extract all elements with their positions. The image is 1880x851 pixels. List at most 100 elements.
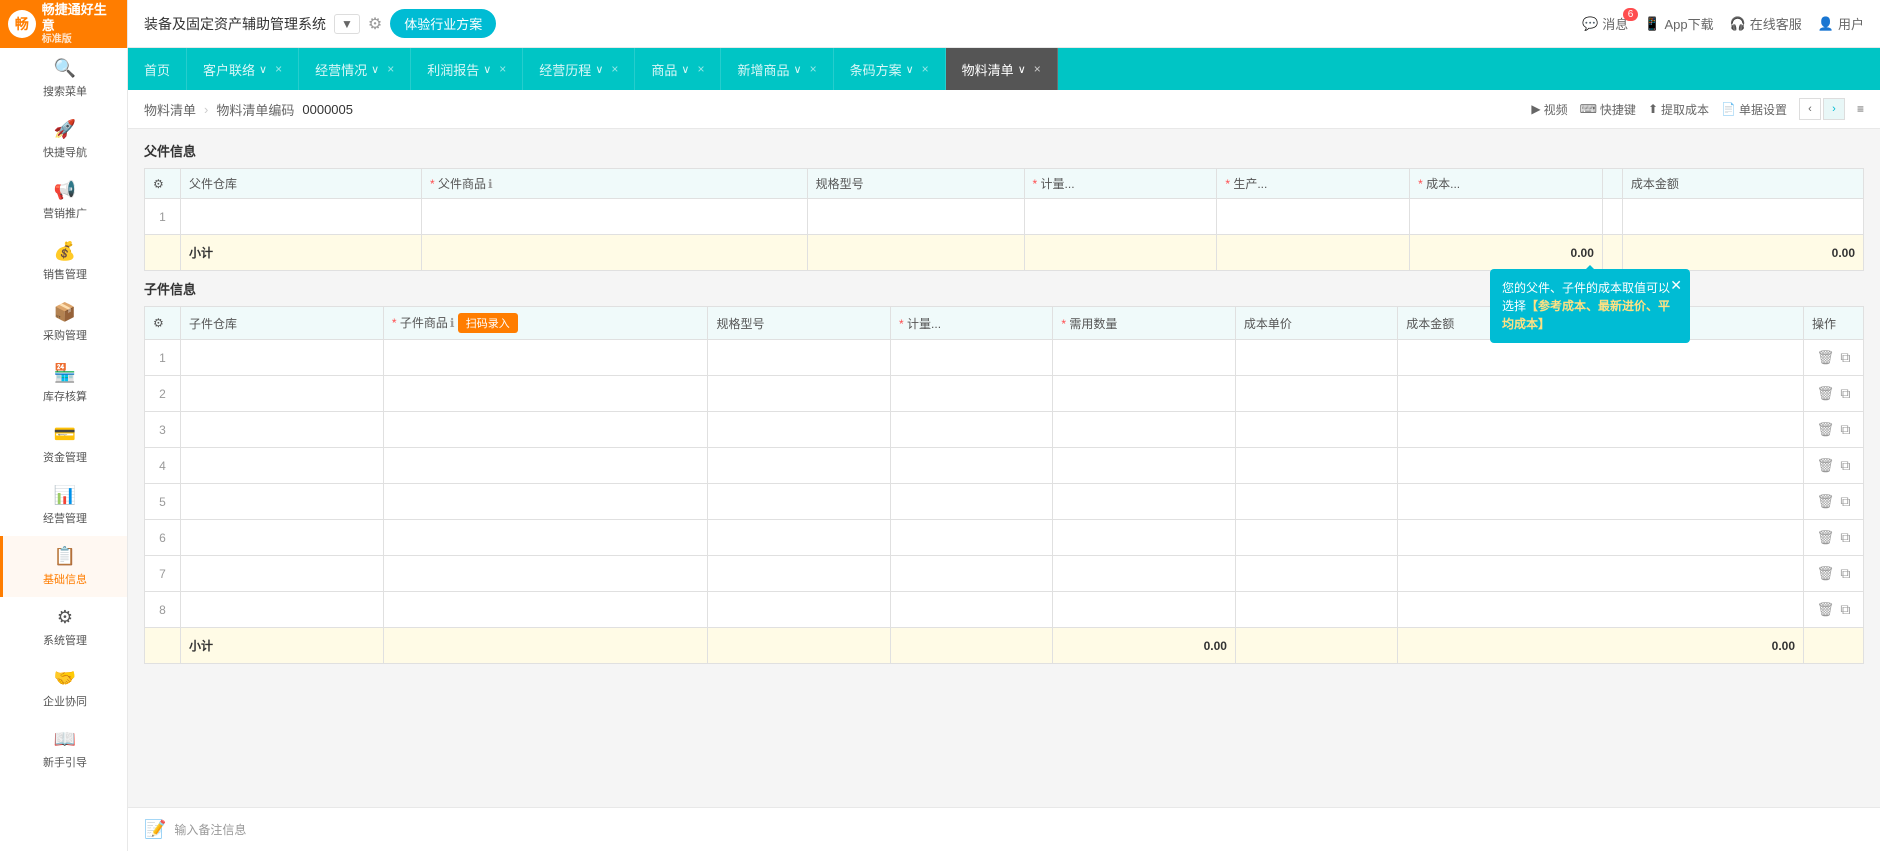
nav-tab-1[interactable]: 客户联络∨× — [187, 48, 299, 90]
child-warehouse-cell-1[interactable] — [181, 340, 384, 376]
child-warehouse-cell-5[interactable] — [181, 484, 384, 520]
system-title-dropdown[interactable]: ▼ — [334, 14, 360, 34]
sidebar-item-base-info[interactable]: 📋 基础信息 — [0, 536, 127, 597]
breadcrumb-item-1[interactable]: 物料清单 — [144, 100, 196, 119]
delete-icon-7[interactable]: 🗑 — [1817, 565, 1835, 582]
tab-close-6[interactable]: × — [810, 62, 817, 76]
child-warehouse-cell-2[interactable] — [181, 376, 384, 412]
child-cost-amount-cell-8[interactable] — [1398, 592, 1804, 628]
notes-placeholder[interactable]: 输入备注信息 — [174, 821, 246, 838]
delete-icon-3[interactable]: 🗑 — [1817, 421, 1835, 438]
sidebar-item-finance[interactable]: 💳 资金管理 — [0, 414, 127, 475]
sidebar-item-search[interactable]: 🔍 搜索菜单 — [0, 48, 127, 109]
sidebar-item-guide[interactable]: 📖 新手引导 — [0, 719, 127, 780]
child-product-cell-5[interactable] — [383, 484, 708, 520]
child-product-cell-2[interactable] — [383, 376, 708, 412]
single-settings-button[interactable]: 📄 单据设置 — [1721, 101, 1787, 118]
tab-close-3[interactable]: × — [499, 62, 506, 76]
child-need-qty-cell-6[interactable] — [1053, 520, 1236, 556]
settings-button[interactable]: ⚙ — [368, 14, 382, 34]
tab-close-1[interactable]: × — [275, 62, 282, 76]
copy-icon-7[interactable]: ⧉ — [1840, 565, 1850, 582]
sidebar-item-operations[interactable]: 📊 经营管理 — [0, 475, 127, 536]
child-cost-amount-cell-6[interactable] — [1398, 520, 1804, 556]
tab-close-5[interactable]: × — [697, 62, 704, 76]
nav-tab-8[interactable]: 物料清单∨× — [946, 48, 1058, 90]
message-button[interactable]: 💬 消息 6 — [1582, 14, 1628, 33]
child-warehouse-cell-4[interactable] — [181, 448, 384, 484]
child-unit-cost-cell-6[interactable] — [1235, 520, 1397, 556]
experience-button[interactable]: 体验行业方案 — [390, 9, 496, 38]
grid-view-button[interactable]: ≡ — [1857, 102, 1864, 116]
child-cost-amount-cell-2[interactable] — [1398, 376, 1804, 412]
parent-cost-cell[interactable] — [1410, 199, 1603, 235]
child-product-cell-7[interactable] — [383, 556, 708, 592]
child-need-qty-cell-7[interactable] — [1053, 556, 1236, 592]
child-warehouse-cell-7[interactable] — [181, 556, 384, 592]
tooltip-close-button[interactable]: ✕ — [1670, 275, 1682, 296]
child-spec-cell-2[interactable] — [708, 376, 891, 412]
user-avatar[interactable]: 👤 用户 — [1818, 14, 1864, 33]
sidebar-item-enterprise[interactable]: 🤝 企业协同 — [0, 658, 127, 719]
extract-cost-button[interactable]: ⬆ 提取成本 — [1648, 101, 1709, 118]
child-qty-cell-7[interactable] — [891, 556, 1053, 592]
child-qty-cell-5[interactable] — [891, 484, 1053, 520]
scan-input-button[interactable]: 扫码录入 — [458, 313, 518, 333]
parent-cost-amount-cell[interactable] — [1622, 199, 1863, 235]
nav-next-button[interactable]: › — [1823, 98, 1845, 120]
child-qty-cell-8[interactable] — [891, 592, 1053, 628]
sidebar-item-quick-nav[interactable]: 🚀 快捷导航 — [0, 109, 127, 170]
child-need-qty-cell-3[interactable] — [1053, 412, 1236, 448]
child-cost-amount-cell-5[interactable] — [1398, 484, 1804, 520]
sidebar-item-marketing[interactable]: 📢 营销推广 — [0, 170, 127, 231]
view-video-button[interactable]: ▶ 视频 — [1531, 101, 1567, 118]
sidebar-item-system[interactable]: ⚙ 系统管理 — [0, 597, 127, 658]
nav-tab-2[interactable]: 经营情况∨× — [299, 48, 411, 90]
child-unit-cost-cell-1[interactable] — [1235, 340, 1397, 376]
parent-product-cell[interactable] — [422, 199, 808, 235]
child-spec-cell-7[interactable] — [708, 556, 891, 592]
parent-warehouse-cell[interactable] — [181, 199, 422, 235]
delete-icon-2[interactable]: 🗑 — [1817, 385, 1835, 402]
parent-qty-cell[interactable] — [1024, 199, 1217, 235]
child-product-cell-6[interactable] — [383, 520, 708, 556]
child-spec-cell-8[interactable] — [708, 592, 891, 628]
child-cost-amount-cell-3[interactable] — [1398, 412, 1804, 448]
sidebar-item-purchase[interactable]: 📦 采购管理 — [0, 292, 127, 353]
delete-icon-5[interactable]: 🗑 — [1817, 493, 1835, 510]
child-spec-cell-3[interactable] — [708, 412, 891, 448]
child-product-cell-1[interactable] — [383, 340, 708, 376]
online-service-button[interactable]: 🎧 在线客服 — [1730, 14, 1802, 33]
child-cost-amount-cell-4[interactable] — [1398, 448, 1804, 484]
nav-tab-7[interactable]: 条码方案∨× — [834, 48, 946, 90]
child-need-qty-cell-8[interactable] — [1053, 592, 1236, 628]
delete-icon-6[interactable]: 🗑 — [1817, 529, 1835, 546]
child-product-cell-8[interactable] — [383, 592, 708, 628]
tab-close-2[interactable]: × — [387, 62, 394, 76]
delete-icon-4[interactable]: 🗑 — [1817, 457, 1835, 474]
child-unit-cost-cell-4[interactable] — [1235, 448, 1397, 484]
child-warehouse-cell-6[interactable] — [181, 520, 384, 556]
child-cost-amount-cell-7[interactable] — [1398, 556, 1804, 592]
nav-tab-3[interactable]: 利润报告∨× — [411, 48, 523, 90]
app-download-button[interactable]: 📱 App下载 — [1644, 14, 1713, 33]
child-warehouse-cell-3[interactable] — [181, 412, 384, 448]
child-qty-cell-1[interactable] — [891, 340, 1053, 376]
copy-icon-4[interactable]: ⧉ — [1840, 457, 1850, 474]
child-spec-cell-1[interactable] — [708, 340, 891, 376]
tab-close-4[interactable]: × — [611, 62, 618, 76]
child-need-qty-cell-5[interactable] — [1053, 484, 1236, 520]
copy-icon-6[interactable]: ⧉ — [1840, 529, 1850, 546]
parent-prod-cell[interactable] — [1217, 199, 1410, 235]
nav-tab-4[interactable]: 经营历程∨× — [523, 48, 635, 90]
child-unit-cost-cell-7[interactable] — [1235, 556, 1397, 592]
child-spec-cell-5[interactable] — [708, 484, 891, 520]
copy-icon-5[interactable]: ⧉ — [1840, 493, 1850, 510]
copy-icon-3[interactable]: ⧉ — [1840, 421, 1850, 438]
child-cost-amount-cell-1[interactable] — [1398, 340, 1804, 376]
copy-icon-1[interactable]: ⧉ — [1840, 349, 1850, 366]
sidebar-item-inventory[interactable]: 🏪 库存核算 — [0, 353, 127, 414]
child-qty-cell-3[interactable] — [891, 412, 1053, 448]
tab-close-8[interactable]: × — [1034, 62, 1041, 76]
child-qty-cell-6[interactable] — [891, 520, 1053, 556]
